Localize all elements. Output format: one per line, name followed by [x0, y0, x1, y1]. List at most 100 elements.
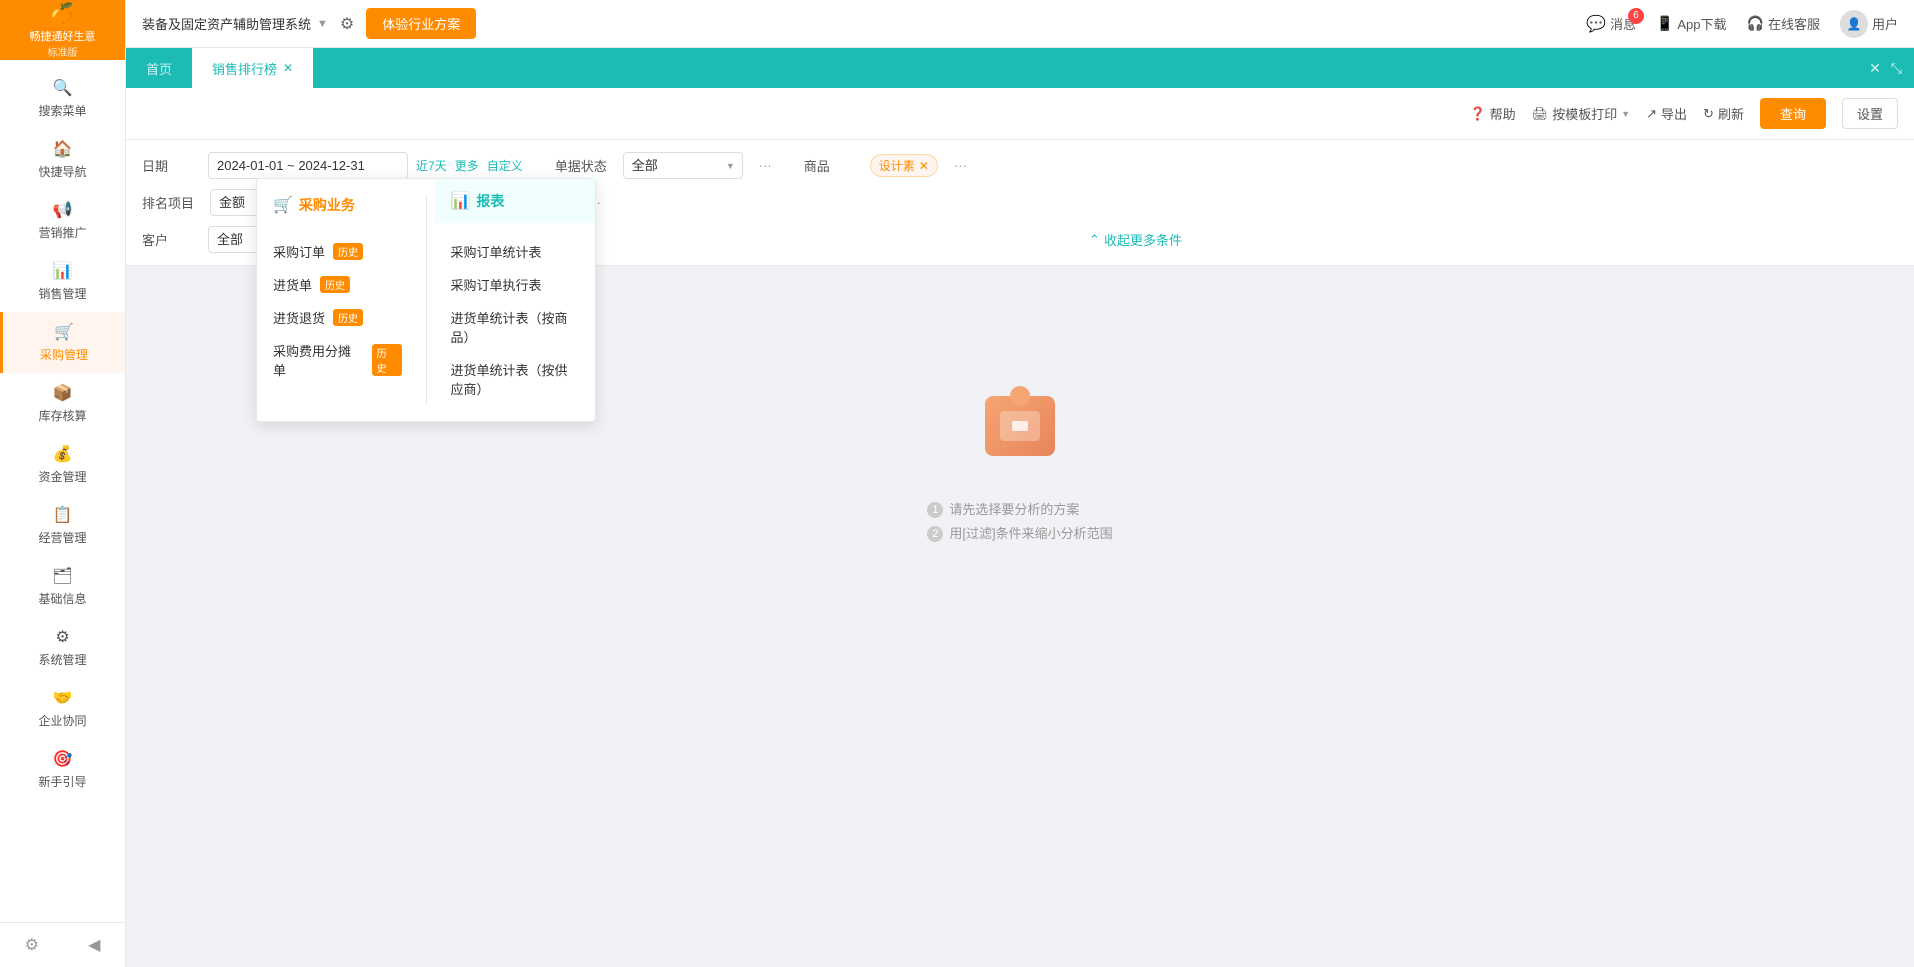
sidebar-item-quick-nav[interactable]: 🏠 快捷导航 — [0, 129, 125, 190]
sidebar-item-sales[interactable]: 📊 销售管理 — [0, 251, 125, 312]
refresh-button[interactable]: ↻ 刷新 — [1703, 104, 1744, 123]
headset-icon: 🎧 — [1747, 15, 1764, 32]
empty-state-illustration — [970, 386, 1070, 486]
shortcut-more[interactable]: 更多 — [455, 157, 479, 174]
dropdown-item-inbound-stat-supplier[interactable]: 进货单统计表（按供应商） — [451, 353, 580, 405]
print-dropdown-icon: ▼ — [1621, 109, 1630, 119]
report-col-header-text: 报表 — [476, 191, 504, 211]
dropdown-item-purchase-order[interactable]: 采购订单 历史 — [273, 235, 402, 268]
handshake-icon: 🤝 — [53, 688, 73, 708]
sidebar-label-marketing: 营销推广 — [38, 224, 86, 241]
online-service-label: 在线客服 — [1768, 14, 1820, 33]
dropdown-item-inbound[interactable]: 进货单 历史 — [273, 268, 402, 301]
customer-label: 客户 — [142, 230, 192, 249]
refresh-label: 刷新 — [1718, 104, 1744, 123]
dropdown-item-purchase-expense[interactable]: 采购费用分摊单 历史 — [273, 334, 402, 386]
dropdown-item-inbound-stat-goods[interactable]: 进货单统计表（按商品） — [451, 301, 580, 353]
sidebar-item-basic-info[interactable]: 🗂 基础信息 — [0, 556, 125, 617]
refresh-icon: ↻ — [1703, 106, 1714, 122]
goods-tag-text: 设计素 — [879, 157, 915, 174]
dropdown-item-purchase-order-stat[interactable]: 采购订单统计表 — [451, 235, 580, 268]
goods-more[interactable]: ··· — [954, 158, 967, 173]
purchase-col-header-text: 采购业务 — [299, 195, 355, 215]
topbar: 装备及固定资产辅助管理系统 ▼ ⚙ 体验行业方案 💬 6 消息 📱 App下载 … — [126, 0, 1914, 48]
user-item[interactable]: 👤 用户 — [1840, 10, 1898, 38]
user-label: 用户 — [1872, 14, 1898, 33]
logo-sub: 标准版 — [48, 44, 78, 59]
topbar-right: 💬 6 消息 📱 App下载 🎧 在线客服 👤 用户 — [1586, 10, 1898, 38]
hint-2-text: 用[过滤]条件来缩小分析范围 — [949, 522, 1112, 546]
sidebar-item-system[interactable]: ⚙ 系统管理 — [0, 617, 125, 678]
topbar-settings-icon[interactable]: ⚙ — [340, 14, 354, 34]
doc-status-more[interactable]: ··· — [759, 158, 772, 173]
collapse-btn[interactable]: ⌃ 收起更多条件 — [1089, 230, 1182, 249]
sidebar-label-finance: 资金管理 — [38, 468, 86, 485]
sidebar-item-enterprise[interactable]: 🤝 企业协同 — [0, 678, 125, 739]
app-logo: 🍊 畅捷通好生意 标准版 — [0, 0, 125, 60]
sidebar-label-basic-info: 基础信息 — [38, 590, 86, 607]
help-button[interactable]: ❓ 帮助 — [1469, 104, 1515, 123]
sidebar-item-operations[interactable]: 📋 经营管理 — [0, 495, 125, 556]
rank-item-label: 排名项目 — [142, 193, 194, 212]
report-col-header: 📊 报表 — [435, 179, 596, 223]
folder-icon: 🗂 — [52, 566, 72, 586]
sidebar-label-quick-nav: 快捷导航 — [38, 163, 86, 180]
collapse-sidebar-icon[interactable]: ◀ — [88, 935, 100, 955]
money-icon: 💰 — [53, 444, 73, 464]
sidebar-label-purchase: 采购管理 — [40, 346, 88, 363]
tab-sales-rank[interactable]: 销售排行榜 ✕ — [192, 48, 313, 88]
sidebar-item-inventory[interactable]: 📦 库存核算 — [0, 373, 125, 434]
print-button[interactable]: 🖨 按模板打印 ▼ — [1532, 104, 1630, 123]
sidebar-item-finance[interactable]: 💰 资金管理 — [0, 434, 125, 495]
chart-icon: 📊 — [53, 261, 73, 281]
doc-status-select[interactable]: 全部 — [623, 152, 743, 179]
tab-close-window-icon[interactable]: ✕ — [1869, 60, 1881, 77]
online-service-item[interactable]: 🎧 在线客服 — [1747, 14, 1820, 33]
purchase-col: 🛒 采购业务 采购订单 历史 进货单 历史 进货退货 — [273, 195, 402, 405]
tab-maximize-icon[interactable]: ⤡ — [1891, 60, 1902, 77]
sidebar-label-sales: 销售管理 — [38, 285, 86, 302]
dropdown-item-purchase-order-exec[interactable]: 采购订单执行表 — [451, 268, 580, 301]
main-content: 装备及固定资产辅助管理系统 ▼ ⚙ 体验行业方案 💬 6 消息 📱 App下载 … — [126, 0, 1914, 967]
shortcut-custom[interactable]: 自定义 — [487, 157, 523, 174]
sidebar-item-marketing[interactable]: 📢 营销推广 — [0, 190, 125, 251]
dropdown-item-inbound-return[interactable]: 进货退货 历史 — [273, 301, 402, 334]
logo-icon: 🍊 — [49, 2, 76, 28]
dropdown-columns: 🛒 采购业务 采购订单 历史 进货单 历史 进货退货 — [273, 195, 579, 405]
shortcut-7days[interactable]: 近7天 — [416, 157, 447, 174]
export-icon: ↗ — [1646, 106, 1657, 122]
avatar-icon: 👤 — [1847, 17, 1862, 31]
query-button[interactable]: 查询 — [1760, 98, 1826, 129]
settings-bottom-icon[interactable]: ⚙ — [25, 935, 39, 955]
purchase-order-label: 采购订单 — [273, 242, 325, 261]
inbound-stat-goods-label: 进货单统计表（按商品） — [451, 308, 580, 346]
tab-home[interactable]: 首页 — [126, 48, 192, 88]
logo-text: 畅捷通好生意 — [30, 28, 96, 44]
goods-tag-remove[interactable]: ✕ — [919, 159, 929, 173]
content-area: ❓ 帮助 🖨 按模板打印 ▼ ↗ 导出 ↻ 刷新 查询 设置 日期 — [126, 88, 1914, 967]
sidebar-label-operations: 经营管理 — [38, 529, 86, 546]
date-input[interactable] — [208, 152, 408, 179]
gear-icon: ⚙ — [55, 627, 69, 647]
purchase-expense-history-badge: 历史 — [372, 344, 402, 376]
sidebar-item-purchase[interactable]: 🛒 采购管理 — [0, 312, 125, 373]
notification-item[interactable]: 💬 6 消息 — [1586, 14, 1636, 34]
sidebar-item-search[interactable]: 🔍 搜索菜单 — [0, 68, 125, 129]
app-download-item[interactable]: 📱 App下载 — [1656, 14, 1727, 33]
toolbar-row: ❓ 帮助 🖨 按模板打印 ▼ ↗ 导出 ↻ 刷新 查询 设置 — [126, 88, 1914, 140]
industry-plan-button[interactable]: 体验行业方案 — [366, 8, 476, 39]
hint-1: 1 请先选择要分析的方案 — [927, 498, 1112, 522]
megaphone-icon: 📢 — [53, 200, 73, 220]
tab-close-icon[interactable]: ✕ — [283, 61, 293, 75]
empty-state-hints: 1 请先选择要分析的方案 2 用[过滤]条件来缩小分析范围 — [927, 498, 1112, 546]
settings-button[interactable]: 设置 — [1842, 98, 1898, 129]
date-filter-label: 日期 — [142, 156, 192, 175]
notification-badge: 6 — [1628, 8, 1644, 24]
export-button[interactable]: ↗ 导出 — [1646, 104, 1687, 123]
sidebar-label-inventory: 库存核算 — [38, 407, 86, 424]
purchase-col-icon: 🛒 — [273, 195, 293, 215]
sidebar-label-enterprise: 企业协同 — [38, 712, 86, 729]
sidebar-item-guide[interactable]: 🎯 新手引导 — [0, 739, 125, 800]
tab-home-label: 首页 — [146, 59, 172, 78]
dropdown-arrow-icon: ▼ — [317, 18, 328, 30]
